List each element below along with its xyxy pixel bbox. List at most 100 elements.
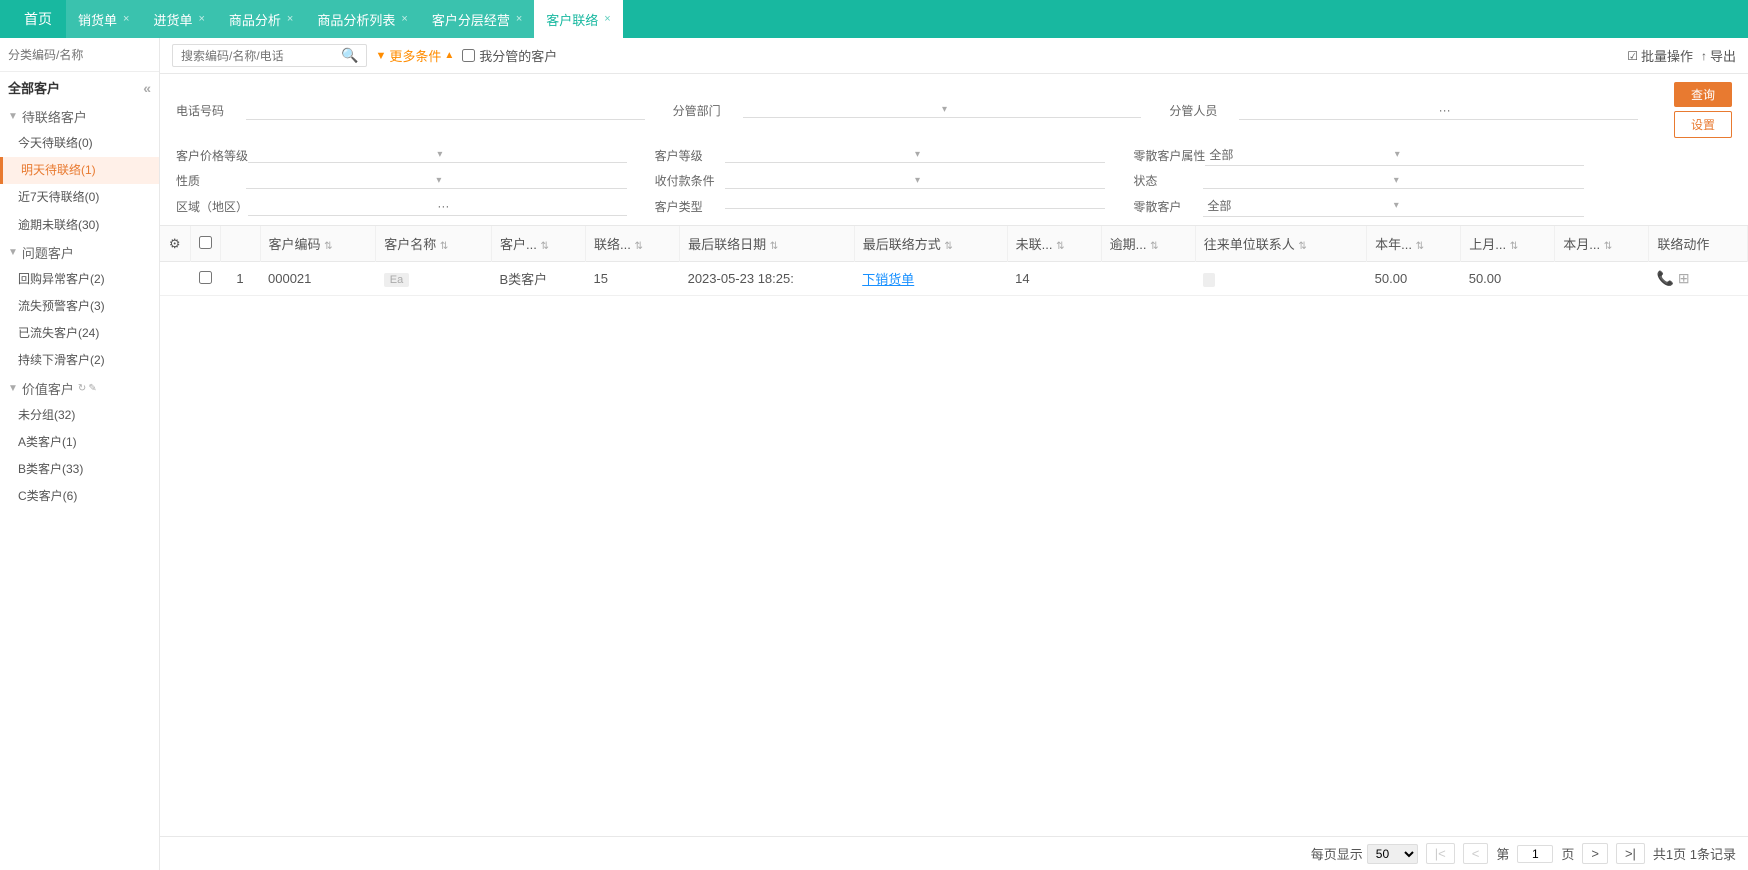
payment-caret: ▾ (915, 175, 1101, 186)
close-customer-contact-tab[interactable]: × (604, 13, 610, 25)
col-last-month[interactable]: 上月... ⇅ (1461, 226, 1555, 262)
sidebar-item-today[interactable]: 今天待联络(0) (0, 130, 159, 157)
last-way-link[interactable]: 下销货单 (862, 272, 914, 287)
retail-customer-select[interactable]: 全部 ▾ (1203, 195, 1584, 217)
col-name[interactable]: 客户名称 ⇅ (376, 226, 492, 262)
retail-customer-label: 零散客户 (1133, 198, 1203, 215)
page-input[interactable] (1517, 845, 1553, 863)
col-contact[interactable]: 联络... ⇅ (586, 226, 680, 262)
sidebar-item-repurchase-abnormal[interactable]: 回购异常客户(2) (0, 266, 159, 293)
row-checkbox[interactable] (199, 271, 212, 284)
data-table: ⚙ 客户编码 ⇅ 客户名称 ⇅ (160, 226, 1748, 296)
retail-attr-select[interactable]: 全部 ▾ (1205, 144, 1584, 166)
col-this-month[interactable]: 本月... ⇅ (1555, 226, 1649, 262)
table-row: 1 000021 Ea B类客户 15 2023-05-23 18:25: 下销… (160, 262, 1748, 296)
settings-btn[interactable]: 设置 (1674, 111, 1732, 138)
close-purchase-tab[interactable]: × (198, 13, 204, 25)
first-page-btn[interactable]: |< (1426, 843, 1455, 864)
dept-select[interactable]: ▾ (743, 102, 1142, 118)
row-check-cell (190, 262, 220, 296)
sidebar-group-value[interactable]: ▼ 价值客户 ↻ ✎ (0, 375, 159, 402)
nav-tab-customer-contact[interactable]: 客户联络 × (534, 0, 622, 38)
gender-caret: ▾ (436, 175, 622, 186)
sort-overdue-icon: ⇅ (1150, 241, 1158, 252)
customer-level-select[interactable]: ▾ (725, 147, 1106, 163)
status-label: 状态 (1133, 172, 1203, 189)
customer-type-select[interactable] (725, 204, 1106, 209)
last-page-btn[interactable]: >| (1616, 843, 1645, 864)
sidebar-item-a-class[interactable]: A类客户(1) (0, 429, 159, 456)
action-more-icon[interactable]: ⊞ (1678, 270, 1690, 286)
col-setting[interactable]: ⚙ (160, 226, 190, 262)
close-customer-layer-tab[interactable]: × (516, 13, 522, 25)
action-phone-icon[interactable]: 📞 (1657, 270, 1674, 286)
all-customers-header[interactable]: 全部客户 « (0, 72, 159, 103)
problem-arrow: ▼ (8, 247, 18, 258)
region-select[interactable]: ··· (248, 197, 627, 216)
sidebar-search-input[interactable] (8, 48, 160, 62)
col-company-contact[interactable]: 往来单位联系人 ⇅ (1195, 226, 1366, 262)
collapse-sidebar-btn[interactable]: « (143, 80, 151, 96)
sidebar-item-b-class[interactable]: B类客户(33) (0, 456, 159, 483)
select-all-checkbox[interactable] (199, 236, 212, 249)
phone-input[interactable] (246, 101, 645, 120)
close-sales-tab[interactable]: × (123, 13, 129, 25)
prev-page-btn[interactable]: < (1463, 843, 1489, 864)
my-customers-checkbox[interactable] (462, 49, 475, 62)
col-code[interactable]: 客户编码 ⇅ (260, 226, 376, 262)
more-conditions-btn[interactable]: ▼ 更多条件 ▲ (375, 46, 454, 65)
nav-tab-product-list[interactable]: 商品分析列表 × (305, 0, 419, 38)
value-edit-icon[interactable]: ✎ (88, 383, 96, 394)
status-select[interactable]: ▾ (1203, 173, 1584, 189)
person-dots[interactable]: ··· (1435, 103, 1634, 117)
adv-field-phone: 电话号码 (176, 101, 645, 120)
sidebar-item-overdue[interactable]: 逾期未联络(30) (0, 212, 159, 239)
sidebar-item-churned[interactable]: 已流失客户(24) (0, 320, 159, 347)
value-refresh-icon[interactable]: ↻ (78, 383, 86, 394)
row-no-cell: 1 (220, 262, 260, 296)
region-dots[interactable]: ··· (433, 199, 622, 213)
per-page-dropdown[interactable]: 50 100 200 (1367, 844, 1418, 864)
payment-select[interactable]: ▾ (725, 173, 1106, 189)
export-btn[interactable]: ↑ 导出 (1701, 46, 1736, 65)
nav-tab-sales[interactable]: 销货单 × (66, 0, 141, 38)
row-this-year-cell: 50.00 (1367, 262, 1461, 296)
sidebar-item-ungrouped[interactable]: 未分组(32) (0, 402, 159, 429)
close-product-analysis-tab[interactable]: × (287, 13, 293, 25)
sidebar-item-declining[interactable]: 持续下滑客户(2) (0, 347, 159, 374)
adv-field-retail-attr: 零散客户属性 全部 ▾ (1133, 144, 1584, 166)
filter-search-icon[interactable]: 🔍 (341, 47, 358, 64)
col-overdue[interactable]: 逾期... ⇅ (1101, 226, 1195, 262)
query-btn[interactable]: 查询 (1674, 82, 1732, 107)
adv-field-customer-type: 客户类型 (655, 198, 1106, 215)
nav-home[interactable]: 首页 (10, 0, 66, 38)
sidebar-item-churn-warning[interactable]: 流失预警客户(3) (0, 293, 159, 320)
sidebar-group-pending[interactable]: ▼ 待联络客户 (0, 103, 159, 130)
close-product-list-tab[interactable]: × (401, 13, 407, 25)
sidebar: 🔍 全部客户 « ▼ 待联络客户 今天待联络(0) 明天待联络(1) 近7天待联… (0, 38, 160, 870)
person-select[interactable]: ··· (1239, 101, 1638, 120)
sidebar-item-tomorrow[interactable]: 明天待联络(1) (0, 157, 159, 184)
nav-tab-customer-layer[interactable]: 客户分层经营 × (420, 0, 534, 38)
col-this-year[interactable]: 本年... ⇅ (1367, 226, 1461, 262)
price-level-select[interactable]: ▾ (248, 147, 627, 163)
filter-search-input[interactable] (181, 49, 341, 63)
next-page-btn[interactable]: > (1582, 843, 1608, 864)
row-no-contact-cell: 14 (1007, 262, 1101, 296)
gender-select[interactable]: ▾ (246, 173, 627, 189)
row-contact-cell: 15 (586, 262, 680, 296)
nav-tab-purchase[interactable]: 进货单 × (141, 0, 216, 38)
col-last-date[interactable]: 最后联络日期 ⇅ (680, 226, 855, 262)
sidebar-item-7days[interactable]: 近7天待联络(0) (0, 184, 159, 211)
sidebar-item-c-class[interactable]: C类客户(6) (0, 483, 159, 510)
row-name-masked: Ea (384, 273, 409, 287)
col-last-way[interactable]: 最后联络方式 ⇅ (854, 226, 1007, 262)
sidebar-group-problem[interactable]: ▼ 问题客户 (0, 239, 159, 266)
nav-tab-product-analysis[interactable]: 商品分析 × (217, 0, 305, 38)
my-customers-checkbox-label[interactable]: 我分管的客户 (462, 46, 557, 65)
price-level-label: 客户价格等级 (176, 147, 248, 164)
col-type[interactable]: 客户... ⇅ (491, 226, 585, 262)
batch-op-btn[interactable]: ☑ 批量操作 (1627, 46, 1693, 65)
col-no-contact[interactable]: 未联... ⇅ (1007, 226, 1101, 262)
row-action-cell: 📞 ⊞ (1649, 262, 1748, 296)
